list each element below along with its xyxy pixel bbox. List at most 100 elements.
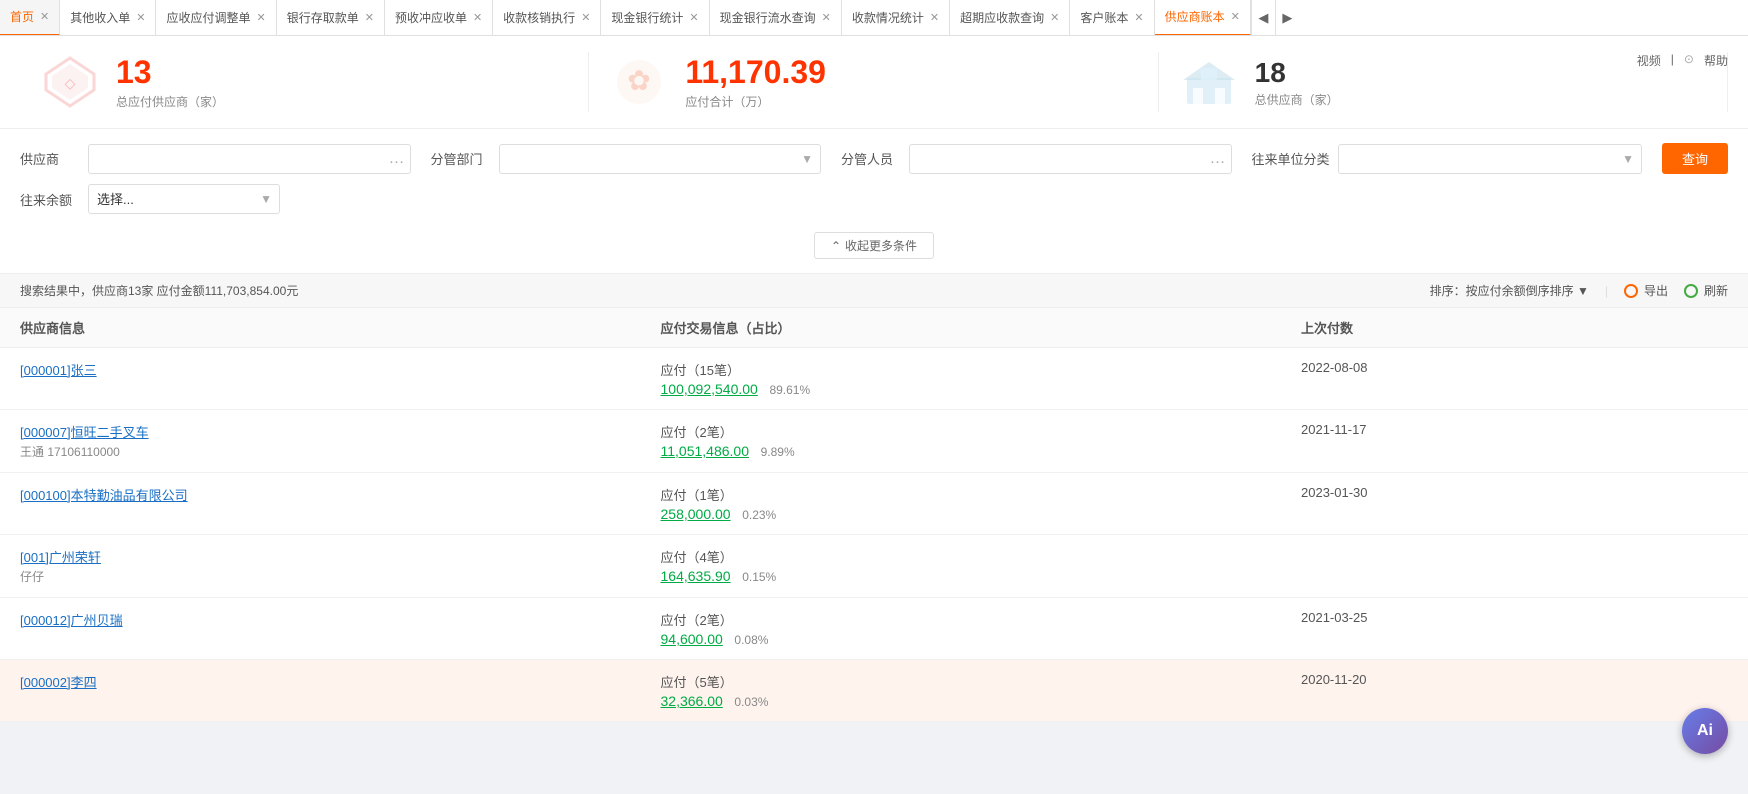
stat-info-suppliers: 13 总应付供应商（家） [116, 54, 224, 110]
supplier-info-2: [000007]恒旺二手叉车 王通 17106110000 [20, 422, 661, 460]
transaction-cell-6: 应付（5笔） 32,366.00 0.03% [661, 672, 1302, 709]
trans-amount-1[interactable]: 100,092,540.00 [661, 381, 758, 397]
nav-tab-receipt-stats-label: 收款情况统计 [852, 9, 924, 26]
trans-amount-5[interactable]: 94,600.00 [661, 631, 723, 647]
person-input[interactable] [909, 144, 1232, 174]
nav-tab-ar-ap-adjust-close[interactable]: ✕ [256, 11, 265, 24]
nav-tab-prepay-ar-close[interactable]: ✕ [473, 11, 482, 24]
header-lastpay: 上次付数 [1301, 318, 1728, 337]
trans-label-5: 应付（2笔） [661, 610, 1302, 629]
nav-tab-cash-bank-stats-close[interactable]: ✕ [689, 11, 698, 24]
lastpay-date-1: 2022-08-08 [1301, 360, 1368, 375]
nav-tab-supplier-book-close[interactable]: ✕ [1231, 10, 1240, 23]
top-navigation: 首页 ✕ 其他收入单 ✕ 应收应付调整单 ✕ 银行存取款单 ✕ 预收冲应收单 ✕… [0, 0, 1748, 36]
trans-amount-3[interactable]: 258,000.00 [661, 506, 731, 522]
nav-tab-supplier-book[interactable]: 供应商账本 ✕ [1155, 0, 1251, 36]
nav-tab-cash-bank-flow[interactable]: 现金银行流水查询 ✕ [710, 0, 842, 36]
nav-tab-cash-bank-stats[interactable]: 现金银行统计 ✕ [601, 0, 709, 36]
supplier-link-3[interactable]: [000100]本特勤油品有限公司 [20, 485, 661, 504]
diamond-icon: ◇ [40, 52, 100, 112]
trans-amount-4[interactable]: 164,635.90 [661, 568, 731, 584]
nav-tab-receipt-verify[interactable]: 收款核销执行 ✕ [493, 0, 601, 36]
help-link[interactable]: 帮助 [1704, 52, 1728, 69]
supplier-info-5: [000012]广州贝瑞 [20, 610, 661, 629]
person-more-icon[interactable]: … [1210, 150, 1226, 168]
export-divider: | [1605, 284, 1608, 298]
supplier-more-icon[interactable]: … [389, 150, 405, 168]
category-label: 往来单位分类 [1252, 149, 1330, 168]
table-row: [000100]本特勤油品有限公司 应付（1笔） 258,000.00 0.23… [0, 473, 1748, 535]
nav-tab-prepay-ar[interactable]: 预收冲应收单 ✕ [385, 0, 493, 36]
video-link[interactable]: 视频 [1637, 52, 1661, 69]
nav-tab-ar-ap-adjust[interactable]: 应收应付调整单 ✕ [156, 0, 276, 36]
nav-tab-other-income[interactable]: 其他收入单 ✕ [60, 0, 156, 36]
result-summary: 搜索结果中，供应商13家 应付金额111,703,854.00元 [20, 282, 298, 299]
filter-balance: 往来余额 选择... ▼ [20, 184, 280, 214]
sort-label[interactable]: 排序：按应付余额倒序排序 ▼ [1430, 282, 1589, 299]
stat-label-total-suppliers: 总供应商（家） [1255, 91, 1339, 108]
ai-assistant-button[interactable]: Ai [1682, 708, 1728, 754]
supplier-link-5[interactable]: [000012]广州贝瑞 [20, 610, 661, 629]
nav-tab-bank-deposit[interactable]: 银行存取款单 ✕ [277, 0, 385, 36]
supplier-info-3: [000100]本特勤油品有限公司 [20, 485, 661, 504]
nav-tab-receipt-stats-close[interactable]: ✕ [930, 11, 939, 24]
trans-amount-2[interactable]: 11,051,486.00 [661, 443, 750, 459]
top-right-links: 视频 | ⊙ 帮助 [1637, 52, 1728, 69]
refresh-action[interactable]: 刷新 [1684, 282, 1728, 299]
nav-tab-receipt-stats[interactable]: 收款情况统计 ✕ [842, 0, 950, 36]
query-button[interactable]: 查询 [1662, 143, 1728, 174]
nav-tab-home[interactable]: 首页 ✕ [0, 0, 60, 36]
balance-select-wrap: 选择... ▼ [88, 184, 280, 214]
collapse-button[interactable]: ⌃ 收起更多条件 [814, 232, 934, 259]
nav-tab-prepay-ar-label: 预收冲应收单 [395, 9, 467, 26]
nav-tab-customer-book-close[interactable]: ✕ [1134, 11, 1143, 24]
nav-next-arrow[interactable]: ▶ [1275, 0, 1299, 36]
export-action[interactable]: 导出 [1624, 282, 1668, 299]
ai-label: Ai [1697, 722, 1713, 740]
nav-prev-arrow[interactable]: ◀ [1251, 0, 1275, 36]
lastpay-3: 2023-01-30 [1301, 485, 1728, 500]
trans-label-4: 应付（4笔） [661, 547, 1302, 566]
transaction-cell-5: 应付（2笔） 94,600.00 0.08% [661, 610, 1302, 647]
supplier-link-2[interactable]: [000007]恒旺二手叉车 [20, 422, 661, 441]
nav-tab-other-income-label: 其他收入单 [70, 9, 130, 26]
balance-select[interactable]: 选择... [88, 184, 280, 214]
nav-tab-home-label: 首页 [10, 8, 34, 25]
table-row: [000001]张三 应付（15笔） 100,092,540.00 89.61%… [0, 348, 1748, 410]
nav-tab-overdue-ar-close[interactable]: ✕ [1050, 11, 1059, 24]
supplier-info-1: [000001]张三 [20, 360, 661, 379]
nav-tab-cash-bank-stats-label: 现金银行统计 [611, 9, 683, 26]
supplier-link-4[interactable]: [001]广州荣轩 [20, 547, 661, 566]
nav-tab-bank-deposit-close[interactable]: ✕ [365, 11, 374, 24]
trans-amount-6[interactable]: 32,366.00 [661, 693, 723, 709]
supplier-link-1[interactable]: [000001]张三 [20, 360, 661, 379]
svg-text:◇: ◇ [65, 75, 76, 91]
dept-select[interactable] [499, 144, 822, 174]
transaction-cell-4: 应付（4笔） 164,635.90 0.15% [661, 547, 1302, 584]
nav-tab-home-close[interactable]: ✕ [40, 10, 49, 23]
refresh-label: 刷新 [1704, 282, 1728, 299]
filter-person: 分管人员 … [841, 144, 1232, 174]
lastpay-date-6: 2020-11-20 [1301, 672, 1367, 687]
table-row: [001]广州荣轩 仔仔 应付（4笔） 164,635.90 0.15% [0, 535, 1748, 598]
help-icon: ⊙ [1684, 52, 1694, 69]
transaction-cell-1: 应付（15笔） 100,092,540.00 89.61% [661, 360, 1302, 397]
collapse-up-icon: ⌃ [831, 239, 841, 253]
nav-tab-receipt-verify-close[interactable]: ✕ [581, 11, 590, 24]
supplier-link-6[interactable]: [000002]李四 [20, 672, 661, 691]
result-bar: 搜索结果中，供应商13家 应付金额111,703,854.00元 排序：按应付余… [0, 274, 1748, 308]
nav-tab-overdue-ar[interactable]: 超期应收款查询 ✕ [950, 0, 1070, 36]
nav-tab-cash-bank-flow-close[interactable]: ✕ [822, 11, 831, 24]
supplier-sub-2: 王通 17106110000 [20, 443, 661, 460]
stat-card-suppliers: ◇ 13 总应付供应商（家） [20, 52, 589, 112]
stat-info-total-suppliers: 18 总供应商（家） [1255, 57, 1339, 108]
result-bar-right: 排序：按应付余额倒序排序 ▼ | 导出 刷新 [1430, 282, 1728, 299]
category-select[interactable] [1338, 144, 1642, 174]
supplier-input[interactable] [88, 144, 411, 174]
stats-row: ◇ 13 总应付供应商（家） ✿ 11,170.39 应付合计（万） [0, 36, 1748, 129]
header-transaction: 应付交易信息（占比） [661, 318, 1302, 337]
supplier-info-4: [001]广州荣轩 仔仔 [20, 547, 661, 585]
nav-tab-other-income-close[interactable]: ✕ [136, 11, 145, 24]
nav-tab-customer-book-label: 客户账本 [1080, 9, 1128, 26]
nav-tab-customer-book[interactable]: 客户账本 ✕ [1070, 0, 1154, 36]
